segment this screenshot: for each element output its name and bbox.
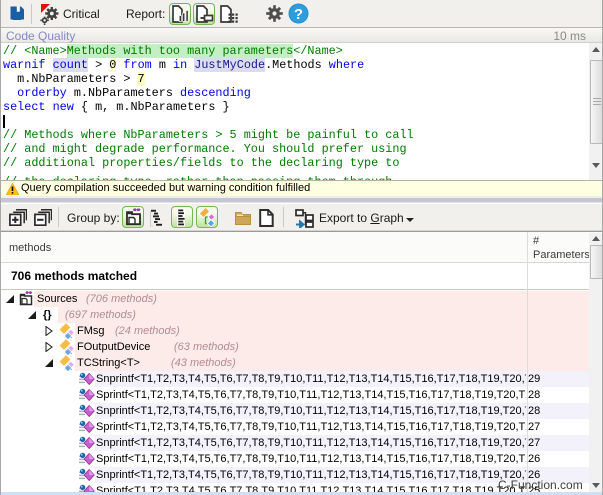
svg-text:?: ? <box>294 6 303 23</box>
